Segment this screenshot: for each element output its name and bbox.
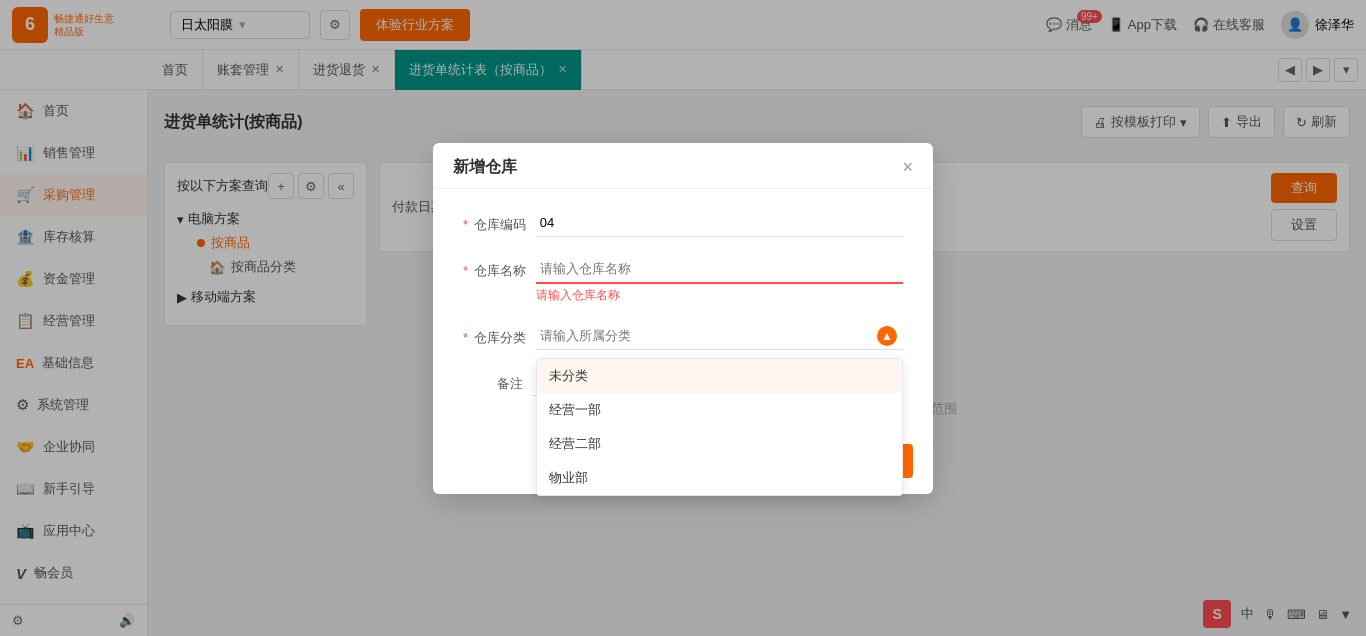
dropdown-item-dept1[interactable]: 经营一部	[537, 393, 902, 427]
modal-title: 新增仓库	[453, 157, 517, 178]
required-star-category: *	[463, 330, 468, 345]
category-dropdown: 未分类 经营一部 经营二部 物业部	[536, 358, 903, 496]
warehouse-category-field: * 仓库分类 ▲ 未分类 经营一部 经营二部 物业部	[463, 322, 903, 350]
dropdown-item-dept3[interactable]: 物业部	[537, 461, 902, 495]
modal-header: 新增仓库 ×	[433, 143, 933, 189]
required-star-code: *	[463, 217, 468, 232]
add-warehouse-modal: 新增仓库 × * 仓库编码 * 仓库名称 请输入仓库名称	[433, 143, 933, 494]
modal-overlay[interactable]: 新增仓库 × * 仓库编码 * 仓库名称 请输入仓库名称	[0, 0, 1366, 636]
code-input[interactable]	[536, 209, 903, 237]
required-star-name: *	[463, 263, 468, 278]
category-label: * 仓库分类	[463, 322, 526, 347]
modal-close-button[interactable]: ×	[902, 157, 913, 178]
modal-body: * 仓库编码 * 仓库名称 请输入仓库名称 *	[433, 189, 933, 434]
name-error-message: 请输入仓库名称	[536, 287, 903, 304]
warehouse-name-field: * 仓库名称 请输入仓库名称	[463, 255, 903, 304]
category-input[interactable]	[536, 322, 903, 350]
dropdown-item-dept2[interactable]: 经营二部	[537, 427, 902, 461]
name-label: * 仓库名称	[463, 255, 526, 280]
code-label: * 仓库编码	[463, 209, 526, 234]
dropdown-item-unclassified[interactable]: 未分类	[537, 359, 902, 393]
category-arrow-icon[interactable]: ▲	[877, 326, 897, 346]
name-input[interactable]	[536, 255, 903, 284]
warehouse-code-field: * 仓库编码	[463, 209, 903, 237]
name-input-wrap: 请输入仓库名称	[536, 255, 903, 304]
remark-label: 备注	[463, 368, 523, 393]
category-select-wrap: ▲ 未分类 经营一部 经营二部 物业部	[536, 322, 903, 350]
